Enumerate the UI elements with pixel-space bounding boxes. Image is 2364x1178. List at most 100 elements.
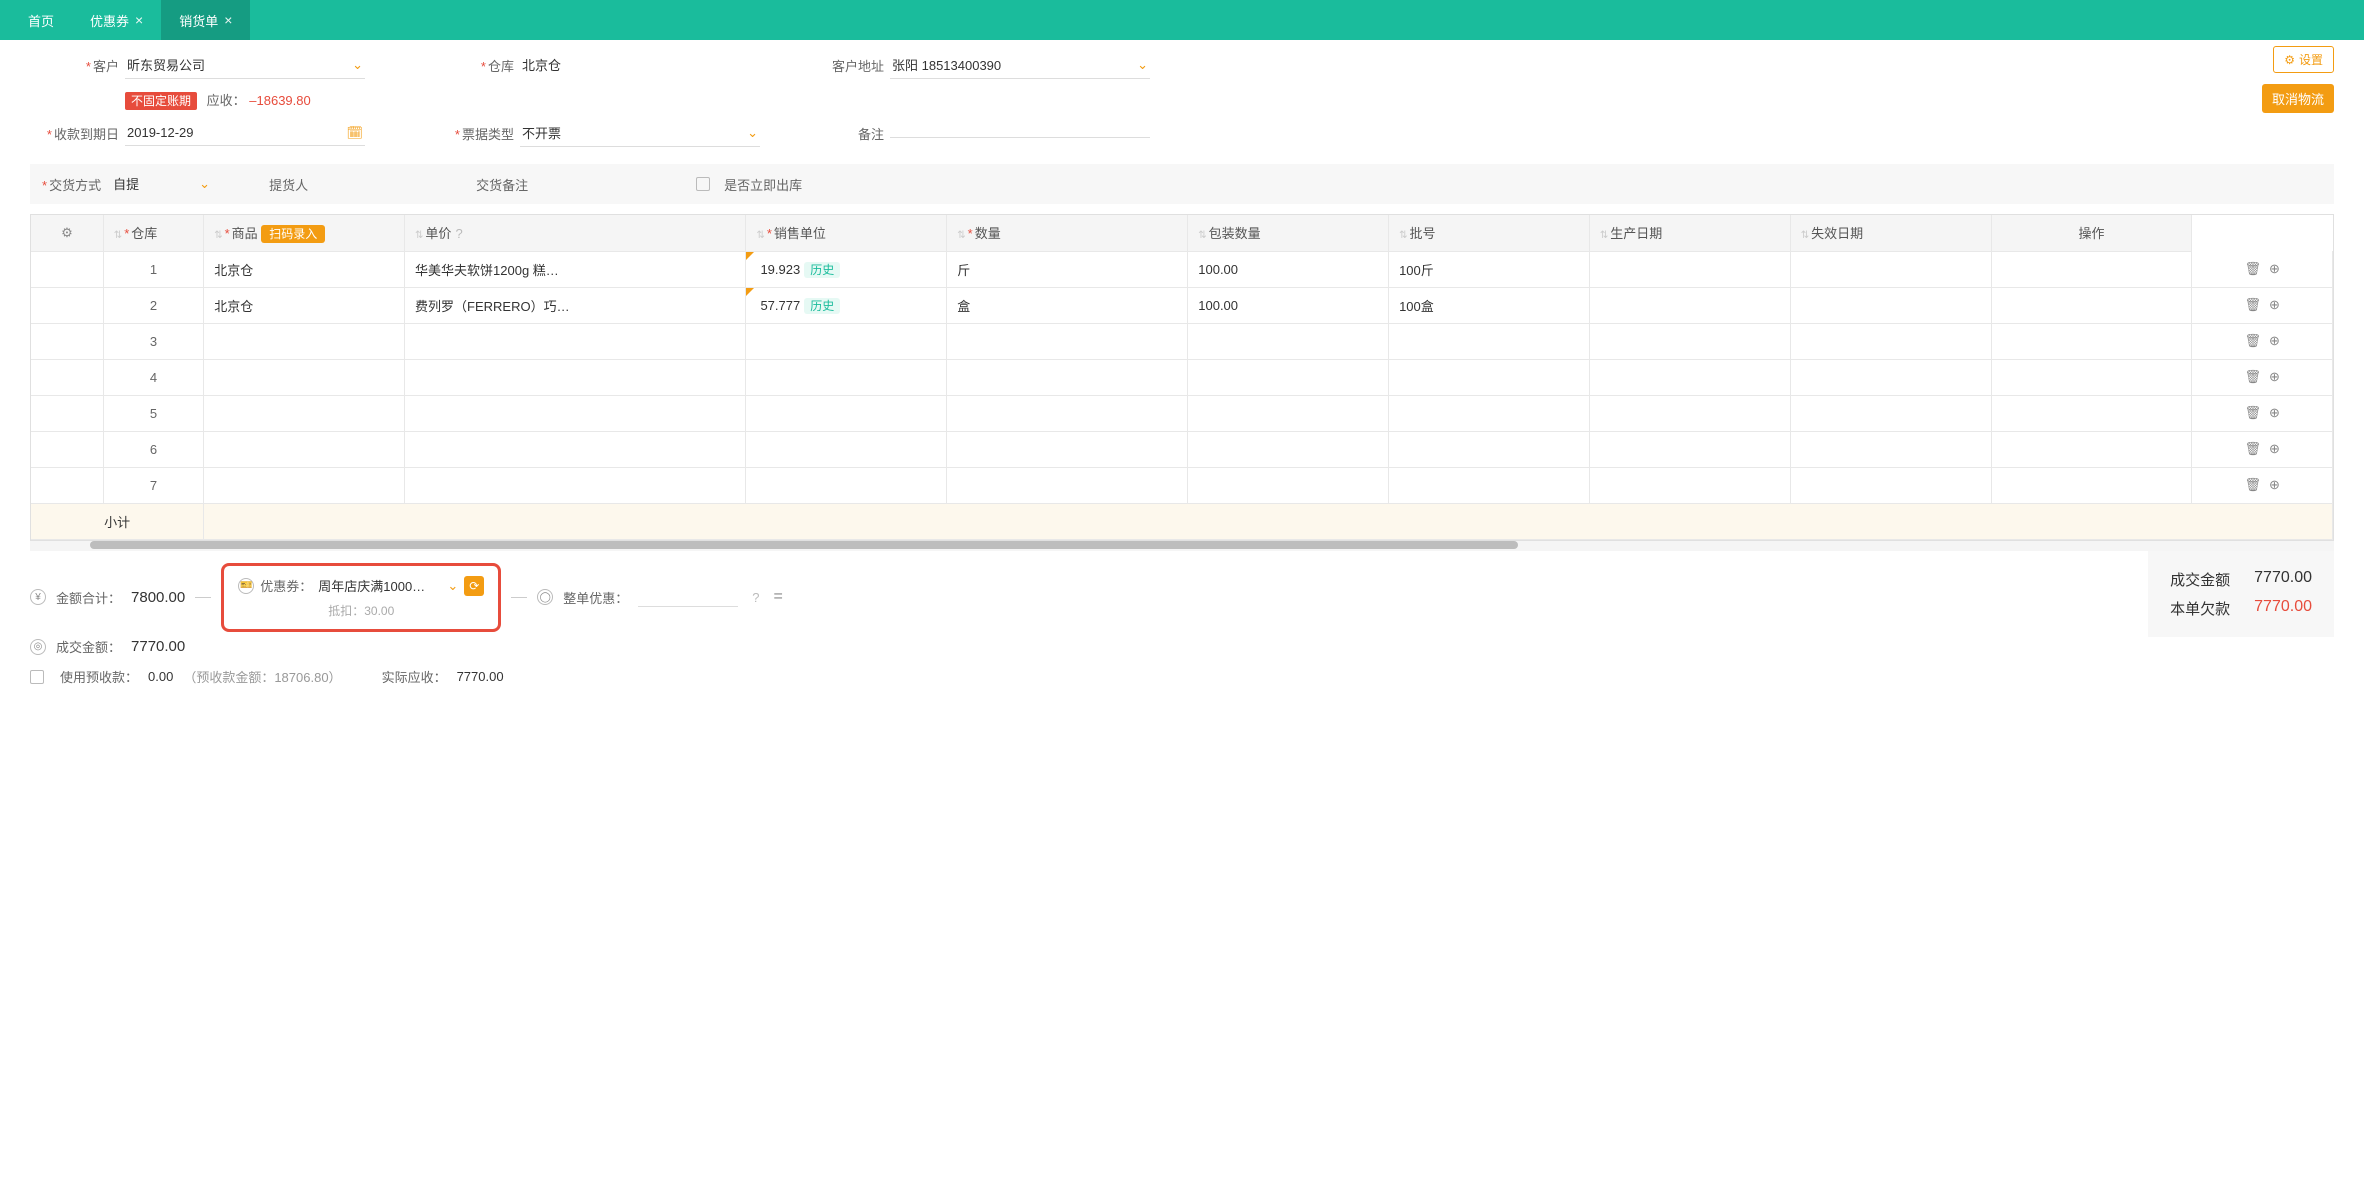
address-field[interactable]: 张阳 18513400390⌄ <box>890 51 1150 79</box>
refresh-icon[interactable]: ⟳ <box>464 576 484 596</box>
gear-icon[interactable]: ⚙ <box>31 215 103 251</box>
cell-pdate[interactable] <box>1790 431 1991 467</box>
cell-unit[interactable] <box>947 395 1188 431</box>
cell-qty[interactable] <box>1188 359 1389 395</box>
cancel-logistics-button[interactable]: 取消物流 <box>2262 84 2334 113</box>
tab-coupon[interactable]: 优惠券× <box>72 0 161 40</box>
cell-qty[interactable] <box>1188 431 1389 467</box>
col-unit[interactable]: ⇅*销售单位 <box>746 215 947 251</box>
col-pack[interactable]: ⇅包装数量 <box>1188 215 1389 251</box>
cell-pdate[interactable] <box>1790 467 1991 503</box>
table-row[interactable]: 2北京仓费列罗（FERRERO）巧…57.777历史盒100.00100盒🗑⊕ <box>31 287 2333 323</box>
cell-batch[interactable] <box>1589 251 1790 287</box>
cell-pack[interactable] <box>1389 323 1590 359</box>
delete-icon[interactable]: 🗑 <box>2244 405 2261 420</box>
cell-edate[interactable] <box>1991 287 2192 323</box>
cell-warehouse[interactable]: 北京仓 <box>204 251 405 287</box>
delivery-method-field[interactable]: 自提⌄ <box>109 172 249 196</box>
cell-batch[interactable] <box>1589 359 1790 395</box>
col-pdate[interactable]: ⇅生产日期 <box>1589 215 1790 251</box>
cell-price[interactable] <box>746 323 947 359</box>
cell-unit[interactable] <box>947 323 1188 359</box>
add-icon[interactable]: ⊕ <box>2269 261 2280 276</box>
cell-price[interactable] <box>746 467 947 503</box>
cell-product[interactable] <box>405 431 746 467</box>
cell-pdate[interactable] <box>1790 287 1991 323</box>
cell-pack[interactable] <box>1389 359 1590 395</box>
col-edate[interactable]: ⇅失效日期 <box>1790 215 1991 251</box>
delete-icon[interactable]: 🗑 <box>2244 261 2261 276</box>
invoice-field[interactable]: 不开票⌄ <box>520 119 760 147</box>
chevron-down-icon[interactable]: ⌄ <box>447 578 458 594</box>
cell-qty[interactable] <box>1188 323 1389 359</box>
cell-batch[interactable] <box>1589 395 1790 431</box>
col-product[interactable]: ⇅*商品 扫码录入 <box>204 215 405 251</box>
add-icon[interactable]: ⊕ <box>2269 441 2280 456</box>
delete-icon[interactable]: 🗑 <box>2244 441 2261 456</box>
cell-unit[interactable] <box>947 431 1188 467</box>
table-row[interactable]: 5🗑⊕ <box>31 395 2333 431</box>
delivery-remark-field[interactable] <box>536 182 676 187</box>
cell-pdate[interactable] <box>1790 323 1991 359</box>
cell-product[interactable] <box>405 359 746 395</box>
cell-edate[interactable] <box>1991 251 2192 287</box>
table-row[interactable]: 4🗑⊕ <box>31 359 2333 395</box>
help-icon[interactable]: ? <box>455 226 462 241</box>
cell-pack[interactable]: 100盒 <box>1389 287 1590 323</box>
scan-button[interactable]: 扫码录入 <box>261 225 325 243</box>
cell-product[interactable]: 费列罗（FERRERO）巧… <box>405 287 746 323</box>
cell-pack[interactable]: 100斤 <box>1389 251 1590 287</box>
tab-sales[interactable]: 销货单× <box>161 0 250 40</box>
add-icon[interactable]: ⊕ <box>2269 477 2280 492</box>
close-icon[interactable]: × <box>224 12 232 28</box>
cell-product[interactable] <box>405 395 746 431</box>
add-icon[interactable]: ⊕ <box>2269 405 2280 420</box>
cell-batch[interactable] <box>1589 323 1790 359</box>
cell-edate[interactable] <box>1991 323 2192 359</box>
cell-warehouse[interactable] <box>204 395 405 431</box>
cell-pdate[interactable] <box>1790 395 1991 431</box>
cell-edate[interactable] <box>1991 467 2192 503</box>
add-icon[interactable]: ⊕ <box>2269 333 2280 348</box>
col-warehouse[interactable]: ⇅*仓库 <box>103 215 203 251</box>
cell-pdate[interactable] <box>1790 359 1991 395</box>
cell-qty[interactable]: 100.00 <box>1188 287 1389 323</box>
cell-pack[interactable] <box>1389 431 1590 467</box>
cell-pdate[interactable] <box>1790 251 1991 287</box>
settings-button[interactable]: ⚙设置 <box>2273 46 2334 73</box>
cell-price[interactable]: 57.777历史 <box>746 287 947 323</box>
tab-home[interactable]: 首页 <box>10 0 72 40</box>
horizontal-scrollbar[interactable] <box>30 541 2334 551</box>
cell-unit[interactable] <box>947 359 1188 395</box>
table-row[interactable]: 7🗑⊕ <box>31 467 2333 503</box>
cell-qty[interactable] <box>1188 467 1389 503</box>
cell-pack[interactable] <box>1389 395 1590 431</box>
col-qty[interactable]: ⇅*数量 <box>947 215 1188 251</box>
due-date-field[interactable]: 2019-12-29🗓 <box>125 121 365 146</box>
table-row[interactable]: 6🗑⊕ <box>31 431 2333 467</box>
cell-unit[interactable] <box>947 467 1188 503</box>
col-price[interactable]: ⇅单价? <box>405 215 746 251</box>
add-icon[interactable]: ⊕ <box>2269 297 2280 312</box>
prepay-checkbox[interactable] <box>30 670 44 684</box>
cell-product[interactable]: 华美华夫软饼1200g 糕… <box>405 251 746 287</box>
order-discount-field[interactable] <box>638 587 738 607</box>
col-batch[interactable]: ⇅批号 <box>1389 215 1590 251</box>
picker-field[interactable] <box>316 182 456 187</box>
cell-batch[interactable] <box>1589 467 1790 503</box>
cell-edate[interactable] <box>1991 359 2192 395</box>
cell-unit[interactable]: 斤 <box>947 251 1188 287</box>
cell-pack[interactable] <box>1389 467 1590 503</box>
cell-price[interactable]: 19.923历史 <box>746 251 947 287</box>
remark-field[interactable] <box>890 129 1150 138</box>
help-icon[interactable]: ? <box>752 590 759 605</box>
cell-warehouse[interactable] <box>204 323 405 359</box>
close-icon[interactable]: × <box>135 12 143 28</box>
cell-edate[interactable] <box>1991 431 2192 467</box>
cell-warehouse[interactable] <box>204 431 405 467</box>
cell-warehouse[interactable]: 北京仓 <box>204 287 405 323</box>
cell-qty[interactable] <box>1188 395 1389 431</box>
cell-price[interactable] <box>746 359 947 395</box>
history-button[interactable]: 历史 <box>804 298 840 314</box>
history-button[interactable]: 历史 <box>804 262 840 278</box>
